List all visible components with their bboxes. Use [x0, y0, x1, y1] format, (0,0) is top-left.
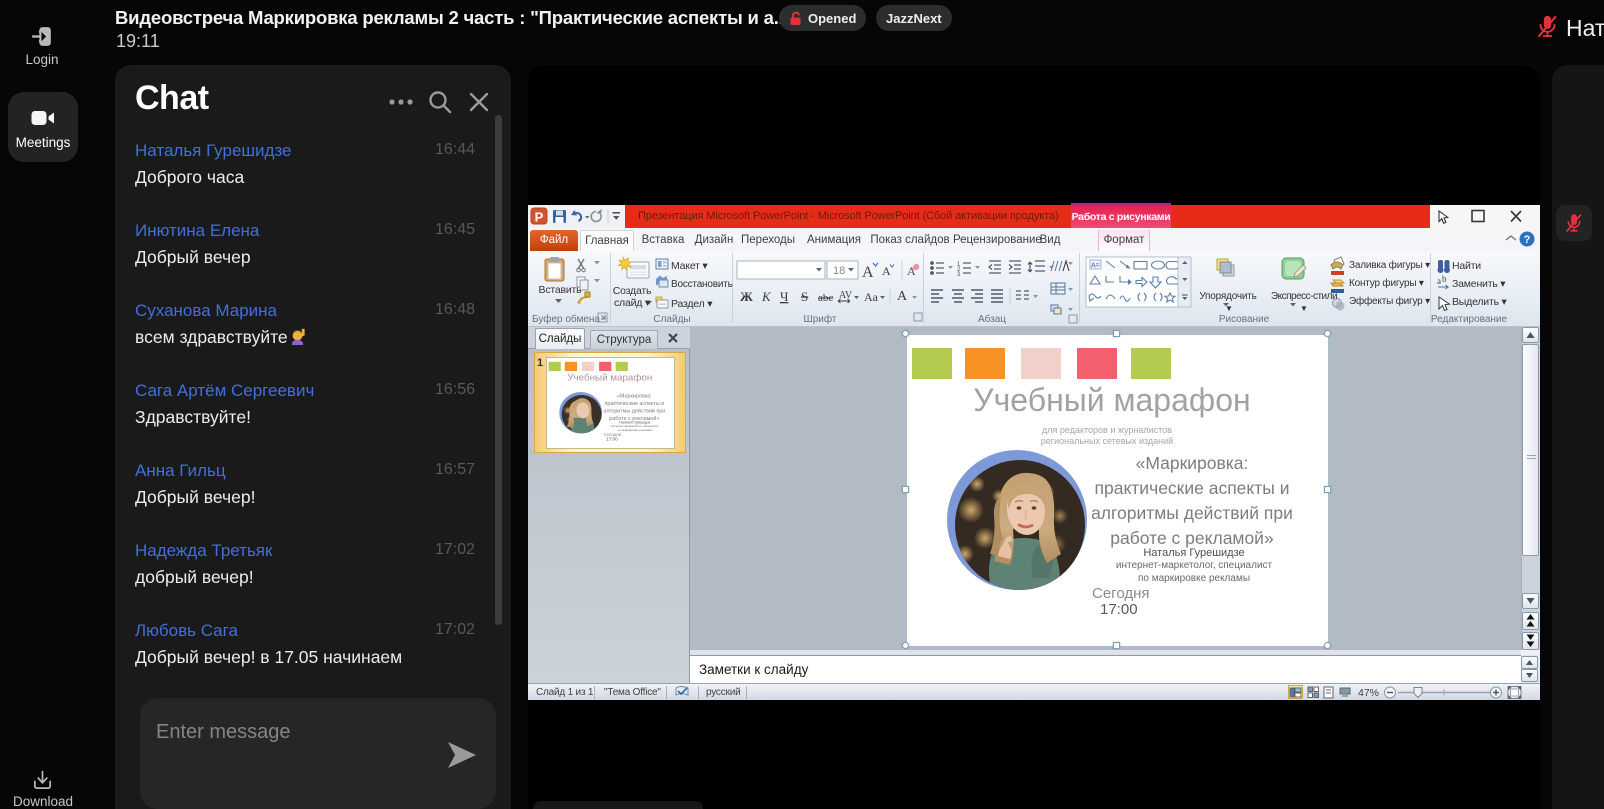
svg-text:18: 18 — [833, 265, 845, 277]
svg-text:P: P — [535, 210, 544, 225]
svg-text:A: A — [897, 289, 908, 304]
svg-text:AV: AV — [839, 290, 853, 301]
svg-text:Aa: Aa — [864, 290, 879, 304]
svg-text:A: A — [882, 264, 891, 278]
svg-text:47%: 47% — [1358, 687, 1379, 699]
svg-text:abc: abc — [818, 292, 833, 304]
svg-text:Ж: Ж — [740, 289, 753, 304]
svg-text:К: К — [761, 289, 772, 304]
svg-text:a: a — [1437, 276, 1441, 286]
svg-text:Ч: Ч — [780, 289, 789, 304]
svg-text:A=: A= — [1091, 263, 1100, 270]
svg-text:b: b — [1442, 274, 1447, 284]
svg-text:3: 3 — [957, 272, 961, 278]
svg-text:A: A — [862, 264, 874, 281]
svg-text:?: ? — [1524, 234, 1531, 246]
svg-text:S: S — [801, 289, 808, 304]
